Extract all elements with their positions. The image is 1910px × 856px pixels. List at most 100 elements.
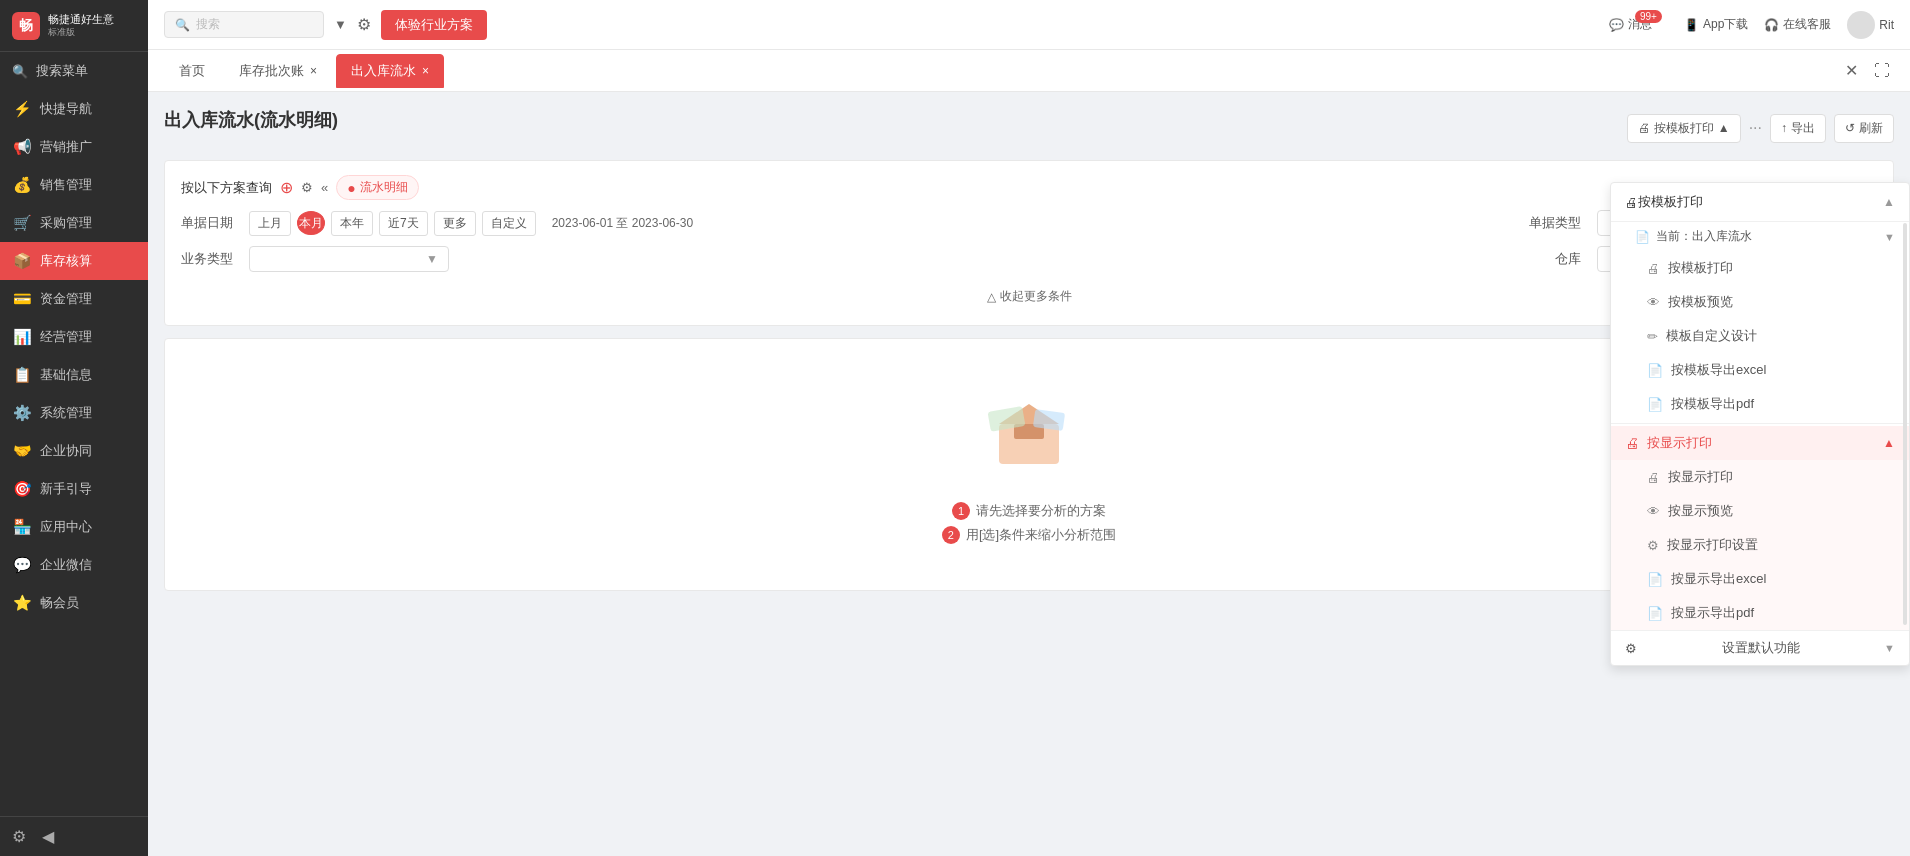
- date-range: 2023-06-01 至 2023-06-30: [552, 215, 693, 232]
- hint-num-2: 2: [942, 526, 960, 544]
- display-preview-icon: 👁: [1647, 504, 1660, 519]
- filter-settings-icon[interactable]: ⚙: [301, 180, 313, 195]
- collab-icon: 🤝: [12, 442, 32, 460]
- date-btn-this-year[interactable]: 本年: [331, 211, 373, 236]
- dropdown-template-pdf[interactable]: 📄 按模板导出pdf: [1611, 387, 1909, 421]
- sidebar-item-operations[interactable]: 📊 经营管理: [0, 318, 148, 356]
- quicknav-icon: ⚡: [12, 100, 32, 118]
- actions-separator: ···: [1749, 119, 1762, 137]
- sidebar-item-label: 应用中心: [40, 518, 92, 536]
- dropdown-display-section-header[interactable]: 🖨 按显示打印 ▲: [1611, 426, 1909, 460]
- display-excel-icon: 📄: [1647, 572, 1663, 587]
- display-preview-label: 按显示预览: [1668, 502, 1733, 520]
- headset-icon: 🎧: [1764, 18, 1779, 32]
- sidebar-item-basic[interactable]: 📋 基础信息: [0, 356, 148, 394]
- dropdown-footer-icon: ⚙: [1625, 641, 1637, 656]
- app-download-item[interactable]: 📱 App下载: [1684, 16, 1748, 33]
- topbar-dropdown-icon[interactable]: ▼: [334, 17, 347, 32]
- sidebar-item-label: 资金管理: [40, 290, 92, 308]
- sidebar-item-label: 企业微信: [40, 556, 92, 574]
- sidebar-item-quicknav[interactable]: ⚡ 快捷导航: [0, 90, 148, 128]
- template-design-icon: ✏: [1647, 329, 1658, 344]
- sidebar-item-system[interactable]: ⚙️ 系统管理: [0, 394, 148, 432]
- sidebar-item-purchase[interactable]: 🛒 采购管理: [0, 204, 148, 242]
- tab-home[interactable]: 首页: [164, 54, 220, 88]
- collapse-label: 收起更多条件: [1000, 288, 1072, 305]
- content-area: 出入库流水(流水明细) 🖨 按模板打印 ▲ ··· ↑ 导出 ↺ 刷新: [148, 92, 1910, 856]
- sidebar-item-sales[interactable]: 💰 销售管理: [0, 166, 148, 204]
- dropdown-printer-icon: 🖨: [1625, 195, 1638, 210]
- sidebar-item-finance[interactable]: 💳 资金管理: [0, 280, 148, 318]
- sidebar-item-guide[interactable]: 🎯 新手引导: [0, 470, 148, 508]
- sidebar-item-label: 新手引导: [40, 480, 92, 498]
- sidebar-item-appstore[interactable]: 🏪 应用中心: [0, 508, 148, 546]
- export-button[interactable]: ↑ 导出: [1770, 114, 1826, 143]
- date-btn-this-month[interactable]: 本月: [297, 211, 325, 235]
- dropdown-display-print[interactable]: 🖨 按显示打印: [1611, 460, 1909, 494]
- display-settings-icon: ⚙: [1647, 538, 1659, 553]
- dropdown-template-design[interactable]: ✏ 模板自定义设计: [1611, 319, 1909, 353]
- user-avatar-item[interactable]: Rit: [1847, 11, 1894, 39]
- sidebar-item-label: 企业协同: [40, 442, 92, 460]
- sidebar-item-label: 经营管理: [40, 328, 92, 346]
- tab-maximize-icon[interactable]: ⛶: [1870, 58, 1894, 84]
- dropdown-display-excel[interactable]: 📄 按显示导出excel: [1611, 562, 1909, 596]
- member-icon: ⭐: [12, 594, 32, 612]
- hint-text-1: 请先选择要分析的方案: [976, 502, 1106, 520]
- filter-add-icon[interactable]: ⊕: [280, 178, 293, 197]
- tab-inout-flow[interactable]: 出入库流水 ×: [336, 54, 444, 88]
- display-items-container: 🖨 按显示打印 👁 按显示预览 ⚙ 按显示打印设置 📄 按显示导出excel 📄: [1611, 460, 1909, 630]
- topbar-gear-icon[interactable]: ⚙: [357, 15, 371, 34]
- settings-icon[interactable]: ⚙: [12, 827, 26, 846]
- marketing-icon: 📢: [12, 138, 32, 156]
- filter-chip[interactable]: ● 流水明细: [336, 175, 418, 200]
- dropdown-scrollbar[interactable]: [1903, 223, 1907, 625]
- tab-inventory-batch[interactable]: 库存批次账 ×: [224, 54, 332, 88]
- dropdown-display-pdf[interactable]: 📄 按显示导出pdf: [1611, 596, 1909, 630]
- sidebar-item-wecom[interactable]: 💬 企业微信: [0, 546, 148, 584]
- sidebar-item-marketing[interactable]: 📢 营销推广: [0, 128, 148, 166]
- business-type-select[interactable]: ▼: [249, 246, 449, 272]
- date-btn-7days[interactable]: 近7天: [379, 211, 428, 236]
- dropdown-footer-arrow: ▼: [1884, 642, 1895, 654]
- search-label: 搜索菜单: [36, 62, 88, 80]
- sidebar-nav: ⚡ 快捷导航 📢 营销推广 💰 销售管理 🛒 采购管理 📦 库存核算 💳 资金管…: [0, 90, 148, 816]
- refresh-button[interactable]: ↺ 刷新: [1834, 114, 1894, 143]
- template-excel-label: 按模板导出excel: [1671, 361, 1766, 379]
- print-template-button[interactable]: 🖨 按模板打印 ▲: [1627, 114, 1741, 143]
- date-btn-custom[interactable]: 自定义: [482, 211, 536, 236]
- topbar-search-placeholder: 搜索: [196, 16, 220, 33]
- sidebar-item-member[interactable]: ⭐ 畅会员: [0, 584, 148, 622]
- topbar-search-box[interactable]: 🔍 搜索: [164, 11, 324, 38]
- dropdown-template-preview[interactable]: 👁 按模板预览: [1611, 285, 1909, 319]
- sidebar-search[interactable]: 🔍 搜索菜单: [0, 52, 148, 90]
- hint-text-2: 用[选]条件来缩小分析范围: [966, 526, 1116, 544]
- print-dropdown-arrow: ▲: [1718, 121, 1730, 135]
- dropdown-template-print[interactable]: 🖨 按模板打印: [1611, 251, 1909, 285]
- collapse-sidebar-icon[interactable]: ◀: [42, 827, 54, 846]
- sidebar-item-inventory[interactable]: 📦 库存核算: [0, 242, 148, 280]
- date-btn-more[interactable]: 更多: [434, 211, 476, 236]
- sidebar-item-label: 采购管理: [40, 214, 92, 232]
- filter-collapse-icon[interactable]: «: [321, 180, 328, 195]
- date-filter: 上月 本月 本年 近7天 更多 自定义: [249, 211, 536, 236]
- logo-badge: 标准版: [48, 26, 114, 39]
- tab-inventory-batch-close[interactable]: ×: [310, 64, 317, 78]
- dropdown-display-settings[interactable]: ⚙ 按显示打印设置: [1611, 528, 1909, 562]
- tab-close-all-icon[interactable]: ✕: [1841, 57, 1862, 84]
- dropdown-display-preview[interactable]: 👁 按显示预览: [1611, 494, 1909, 528]
- sidebar-item-collab[interactable]: 🤝 企业协同: [0, 432, 148, 470]
- message-item[interactable]: 💬 消息 99+: [1609, 16, 1652, 33]
- date-btn-last-month[interactable]: 上月: [249, 211, 291, 236]
- trial-button[interactable]: 体验行业方案: [381, 10, 487, 40]
- dropdown-footer[interactable]: ⚙ 设置默认功能 ▼: [1611, 630, 1909, 665]
- customer-service-item[interactable]: 🎧 在线客服: [1764, 16, 1831, 33]
- tab-inout-flow-label: 出入库流水: [351, 62, 416, 80]
- dropdown-current-item: 📄 当前：出入库流水 ▼: [1611, 222, 1909, 251]
- warehouse-label: 仓库: [1555, 250, 1581, 268]
- dropdown-template-excel[interactable]: 📄 按模板导出excel: [1611, 353, 1909, 387]
- empty-hint-1: 1 请先选择要分析的方案: [952, 502, 1106, 520]
- tab-inout-flow-close[interactable]: ×: [422, 64, 429, 78]
- display-print-icon: 🖨: [1647, 470, 1660, 485]
- sidebar: 畅 畅捷通好生意 标准版 🔍 搜索菜单 ⚡ 快捷导航 📢 营销推广 💰 销售管理…: [0, 0, 148, 856]
